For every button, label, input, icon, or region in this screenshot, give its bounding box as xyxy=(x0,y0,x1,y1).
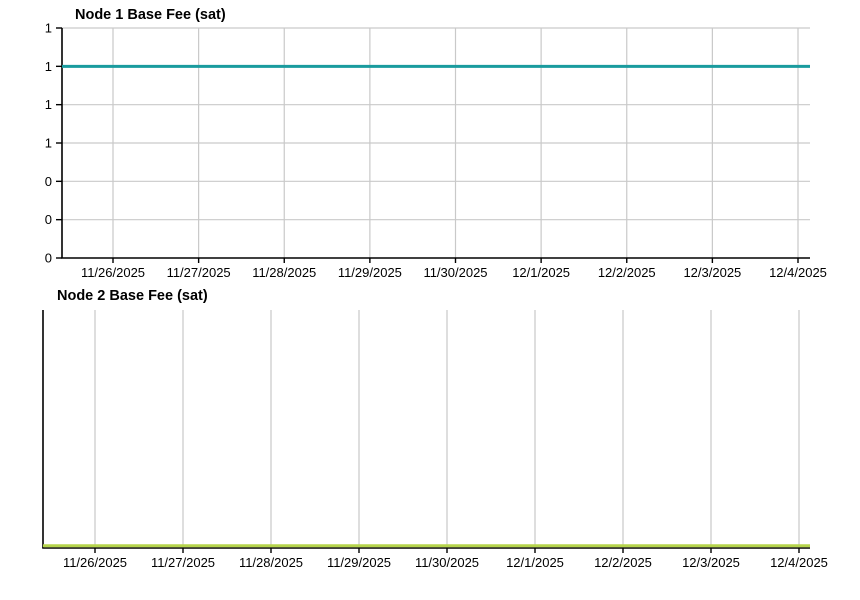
y-tick-label: 1 xyxy=(45,21,52,36)
x-tick-label: 11/26/2025 xyxy=(63,555,127,570)
x-tick-label: 11/29/2025 xyxy=(327,555,391,570)
x-tick-label: 11/27/2025 xyxy=(167,265,231,280)
chart2-title: Node 2 Base Fee (sat) xyxy=(57,288,208,304)
chart-2: 11/26/2025 11/27/2025 11/28/2025 11/29/2025… xyxy=(42,310,828,570)
x-tick-label: 12/2/2025 xyxy=(598,265,656,280)
x-tick-label: 11/26/2025 xyxy=(81,265,145,280)
x-tick-label: 12/1/2025 xyxy=(506,555,564,570)
x-tick-label: 11/28/2025 xyxy=(239,555,303,570)
x-tick-label: 12/3/2025 xyxy=(683,265,741,280)
chart-1: 1 1 1 1 0 0 0 11/26/2025 11/27/2025 11/28/2025 11/… xyxy=(45,21,827,281)
x-tick-label: 12/4/2025 xyxy=(769,265,827,280)
y-tick-label: 1 xyxy=(45,136,52,151)
x-tick-label: 12/3/2025 xyxy=(682,555,740,570)
y-tick-label: 0 xyxy=(45,174,52,189)
x-tick-label: 11/27/2025 xyxy=(151,555,215,570)
y-tick-label: 0 xyxy=(45,251,52,266)
x-tick-label: 11/30/2025 xyxy=(423,265,487,280)
y-tick-label: 0 xyxy=(45,212,52,227)
x-tick-label: 11/29/2025 xyxy=(338,265,402,280)
x-tick-label: 11/30/2025 xyxy=(415,555,479,570)
chart1-title: Node 1 Base Fee (sat) xyxy=(75,7,226,23)
x-tick-label: 12/1/2025 xyxy=(512,265,570,280)
x-tick-label: 12/2/2025 xyxy=(594,555,652,570)
x-tick-label: 11/28/2025 xyxy=(252,265,316,280)
y-tick-label: 1 xyxy=(45,97,52,112)
charts-page: 1 1 1 1 0 0 0 11/26/2025 11/27/2025 11/28/2025 11/… xyxy=(0,0,860,600)
x-tick-label: 12/4/2025 xyxy=(770,555,828,570)
y-tick-label: 1 xyxy=(45,59,52,74)
